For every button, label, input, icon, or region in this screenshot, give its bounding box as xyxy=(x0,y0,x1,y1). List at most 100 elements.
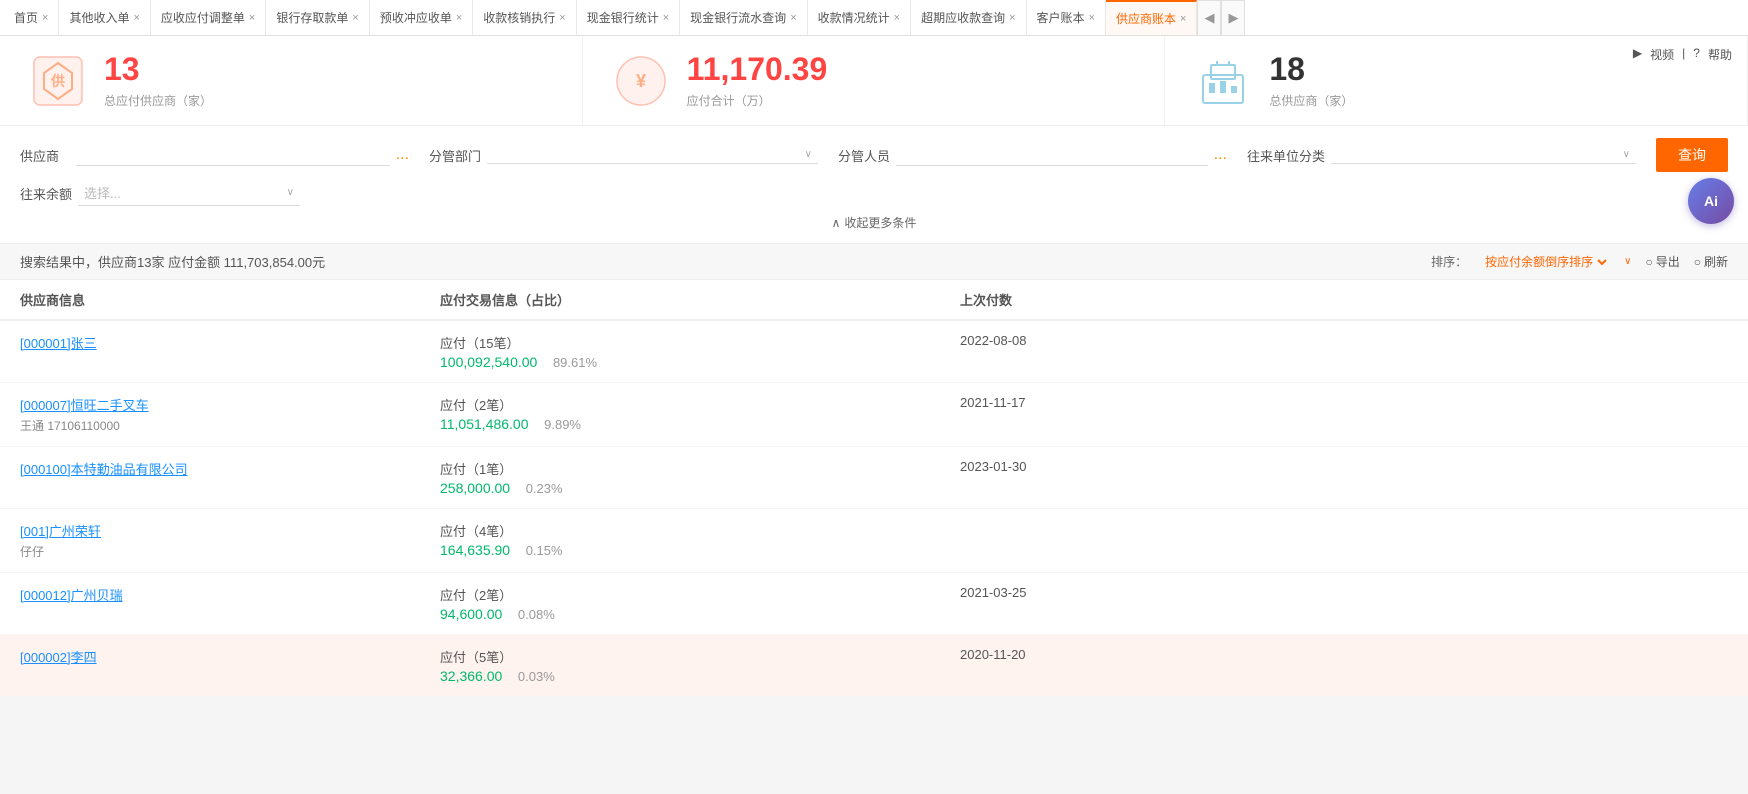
row-4-trade-amount[interactable]: 94,600.00 xyxy=(440,606,502,622)
filter-row-2: 往来余额 选择... ∨ xyxy=(20,180,1728,206)
svg-text:供: 供 xyxy=(50,73,65,89)
category-dropdown-arrow: ∨ xyxy=(1623,149,1630,160)
row-1-supplier: [000007]恒旺二手叉车 王通 17106110000 xyxy=(20,395,440,434)
nav-tab-customer-ledger[interactable]: 客户账本 × xyxy=(1027,0,1106,36)
refresh-button[interactable]: ○ 刷新 xyxy=(1694,253,1728,270)
help-link[interactable]: 帮助 xyxy=(1708,46,1732,63)
nav-tab-home-close[interactable]: × xyxy=(42,12,48,24)
svg-text:¥: ¥ xyxy=(636,71,646,91)
person-input[interactable] xyxy=(896,144,1208,166)
collapse-up-icon: ∧ xyxy=(832,216,841,230)
stat-icon-1: 供 xyxy=(30,53,86,109)
nav-tab-3-close[interactable]: × xyxy=(352,12,358,24)
dept-dropdown[interactable]: ∨ xyxy=(487,146,818,164)
row-0-lastpay: 2022-08-08 xyxy=(960,333,1728,348)
row-1-trade-amount[interactable]: 11,051,486.00 xyxy=(440,416,529,432)
row-4-lastpay-date: 2021-03-25 xyxy=(960,585,1027,600)
row-0-trade-amount[interactable]: 100,092,540.00 xyxy=(440,354,537,370)
row-5-trade-pct: 0.03% xyxy=(518,669,555,684)
table-row: [000001]张三 应付（15笔） 100,092,540.00 89.61%… xyxy=(0,321,1748,383)
table-row: [000012]广州贝瑞 应付（2笔） 94,600.00 0.08% 2021… xyxy=(0,573,1748,635)
row-0-trade-row2: 100,092,540.00 89.61% xyxy=(440,354,960,370)
nav-tab-cash-bank-flow[interactable]: 现金银行流水查询 × xyxy=(680,0,807,36)
filter-balance-label: 往来余额 xyxy=(20,184,72,203)
filter-category: 往来单位分类 ∨ xyxy=(1247,146,1636,165)
nav-tab-cash-bank-stat[interactable]: 现金银行统计 × xyxy=(577,0,680,36)
row-5-supplier-link[interactable]: [000002]李四 xyxy=(20,650,97,665)
nav-tab-2-close[interactable]: × xyxy=(249,12,255,24)
row-2-supplier-link[interactable]: [000100]本特勤油品有限公司 xyxy=(20,462,188,477)
row-0-supplier-link[interactable]: [000001]张三 xyxy=(20,336,97,351)
nav-tab-2-label: 应收应付调整单 xyxy=(161,9,245,26)
row-0-trade-pct: 89.61% xyxy=(553,355,597,370)
row-4-supplier-link[interactable]: [000012]广州贝瑞 xyxy=(20,588,123,603)
stat-number-3: 18 xyxy=(1269,52,1353,87)
nav-tab-9-close[interactable]: × xyxy=(1009,12,1015,24)
nav-tab-8-close[interactable]: × xyxy=(894,12,900,24)
nav-tab-11-close[interactable]: × xyxy=(1180,13,1186,25)
balance-dropdown[interactable]: 选择... ∨ xyxy=(78,180,300,206)
row-5-trade: 应付（5笔） 32,366.00 0.03% xyxy=(440,647,960,684)
row-2-trade: 应付（1笔） 258,000.00 0.23% xyxy=(440,459,960,496)
row-5-trade-amount[interactable]: 32,366.00 xyxy=(440,668,502,684)
nav-tab-supplier-ledger[interactable]: 供应商账本 × xyxy=(1106,0,1197,36)
export-button[interactable]: ○ 导出 xyxy=(1645,253,1679,270)
nav-tab-home-label: 首页 xyxy=(14,9,38,26)
nav-tab-7-close[interactable]: × xyxy=(790,12,796,24)
ai-button[interactable]: Ai xyxy=(1688,178,1734,224)
nav-tab-home[interactable]: 首页 × xyxy=(4,0,59,36)
nav-tab-overdue-ar[interactable]: 超期应收款查询 × xyxy=(911,0,1026,36)
nav-tab-10-close[interactable]: × xyxy=(1089,12,1095,24)
row-3-supplier-link[interactable]: [001]广州荣轩 xyxy=(20,524,101,539)
nav-tab-receipt-stat[interactable]: 收款情况统计 × xyxy=(808,0,911,36)
row-0-trade-label: 应付（15笔） xyxy=(440,336,519,351)
nav-tab-4-close[interactable]: × xyxy=(456,12,462,24)
category-dropdown[interactable]: ∨ xyxy=(1331,146,1636,164)
nav-tab-10-label: 客户账本 xyxy=(1037,9,1085,26)
row-2-trade-label: 应付（1笔） xyxy=(440,462,512,477)
export-icon: ○ xyxy=(1645,255,1652,269)
supplier-input[interactable] xyxy=(76,144,390,166)
row-2-supplier: [000100]本特勤油品有限公司 xyxy=(20,459,440,478)
header-stats: 供 13 总应付供应商（家） ¥ 11,170.39 应付合计（万） xyxy=(0,36,1748,126)
nav-tab-5-close[interactable]: × xyxy=(559,12,565,24)
row-3-trade-amount[interactable]: 164,635.90 xyxy=(440,542,510,558)
nav-tab-9-label: 超期应收款查询 xyxy=(921,9,1005,26)
row-0-lastpay-date: 2022-08-08 xyxy=(960,333,1027,348)
filter-person: 分管人员 ... xyxy=(838,144,1227,166)
row-0-supplier: [000001]张三 xyxy=(20,333,440,352)
nav-tab-receipt-verify[interactable]: 收款核销执行 × xyxy=(473,0,576,36)
row-4-supplier: [000012]广州贝瑞 xyxy=(20,585,440,604)
row-2-lastpay-date: 2023-01-30 xyxy=(960,459,1027,474)
balance-dropdown-text: 选择... xyxy=(84,183,287,202)
search-button[interactable]: 查询 xyxy=(1656,138,1728,172)
collapse-button[interactable]: ∧ 收起更多条件 xyxy=(20,214,1728,231)
row-1-trade-pct: 9.89% xyxy=(544,417,581,432)
stat-block-2: ¥ 11,170.39 应付合计（万） xyxy=(583,36,1166,125)
nav-tab-prepay-charge[interactable]: 预收冲应收单 × xyxy=(370,0,473,36)
nav-right-arrow[interactable]: ▶ xyxy=(1221,0,1245,36)
row-1-lastpay: 2021-11-17 xyxy=(960,395,1728,410)
nav-tab-1-close[interactable]: × xyxy=(133,12,139,24)
supplier-dots-btn[interactable]: ... xyxy=(396,146,409,164)
table-row: [000100]本特勤油品有限公司 应付（1笔） 258,000.00 0.23… xyxy=(0,447,1748,509)
stat-icon-2: ¥ xyxy=(613,53,669,109)
nav-left-arrow[interactable]: ◀ xyxy=(1197,0,1221,36)
nav-tab-bank-deposit[interactable]: 银行存取款单 × xyxy=(266,0,369,36)
stat-label-1: 总应付供应商（家） xyxy=(104,92,212,109)
table-row: [001]广州荣轩 仔仔 应付（4笔） 164,635.90 0.15% xyxy=(0,509,1748,573)
nav-tab-5-label: 收款核销执行 xyxy=(483,9,555,26)
nav-tab-6-close[interactable]: × xyxy=(663,12,669,24)
row-2-trade-amount[interactable]: 258,000.00 xyxy=(440,480,510,496)
person-dots-btn[interactable]: ... xyxy=(1214,146,1227,164)
row-1-supplier-link[interactable]: [000007]恒旺二手叉车 xyxy=(20,398,149,413)
filter-balance: 往来余额 选择... ∨ xyxy=(20,180,300,206)
filter-row-1: 供应商 ... 分管部门 ∨ 分管人员 ... 往来单位分类 ∨ 查询 xyxy=(20,138,1728,172)
video-link[interactable]: 视频 xyxy=(1650,46,1674,63)
sort-select[interactable]: 按应付余额倒序排序 xyxy=(1481,254,1610,270)
nav-tab-ar-ap-adjust[interactable]: 应收应付调整单 × xyxy=(151,0,266,36)
balance-dropdown-arrow: ∨ xyxy=(287,187,294,198)
filter-supplier-label: 供应商 xyxy=(20,146,70,165)
nav-tab-other-income[interactable]: 其他收入单 × xyxy=(59,0,150,36)
row-5-lastpay: 2020-11-20 xyxy=(960,647,1728,662)
